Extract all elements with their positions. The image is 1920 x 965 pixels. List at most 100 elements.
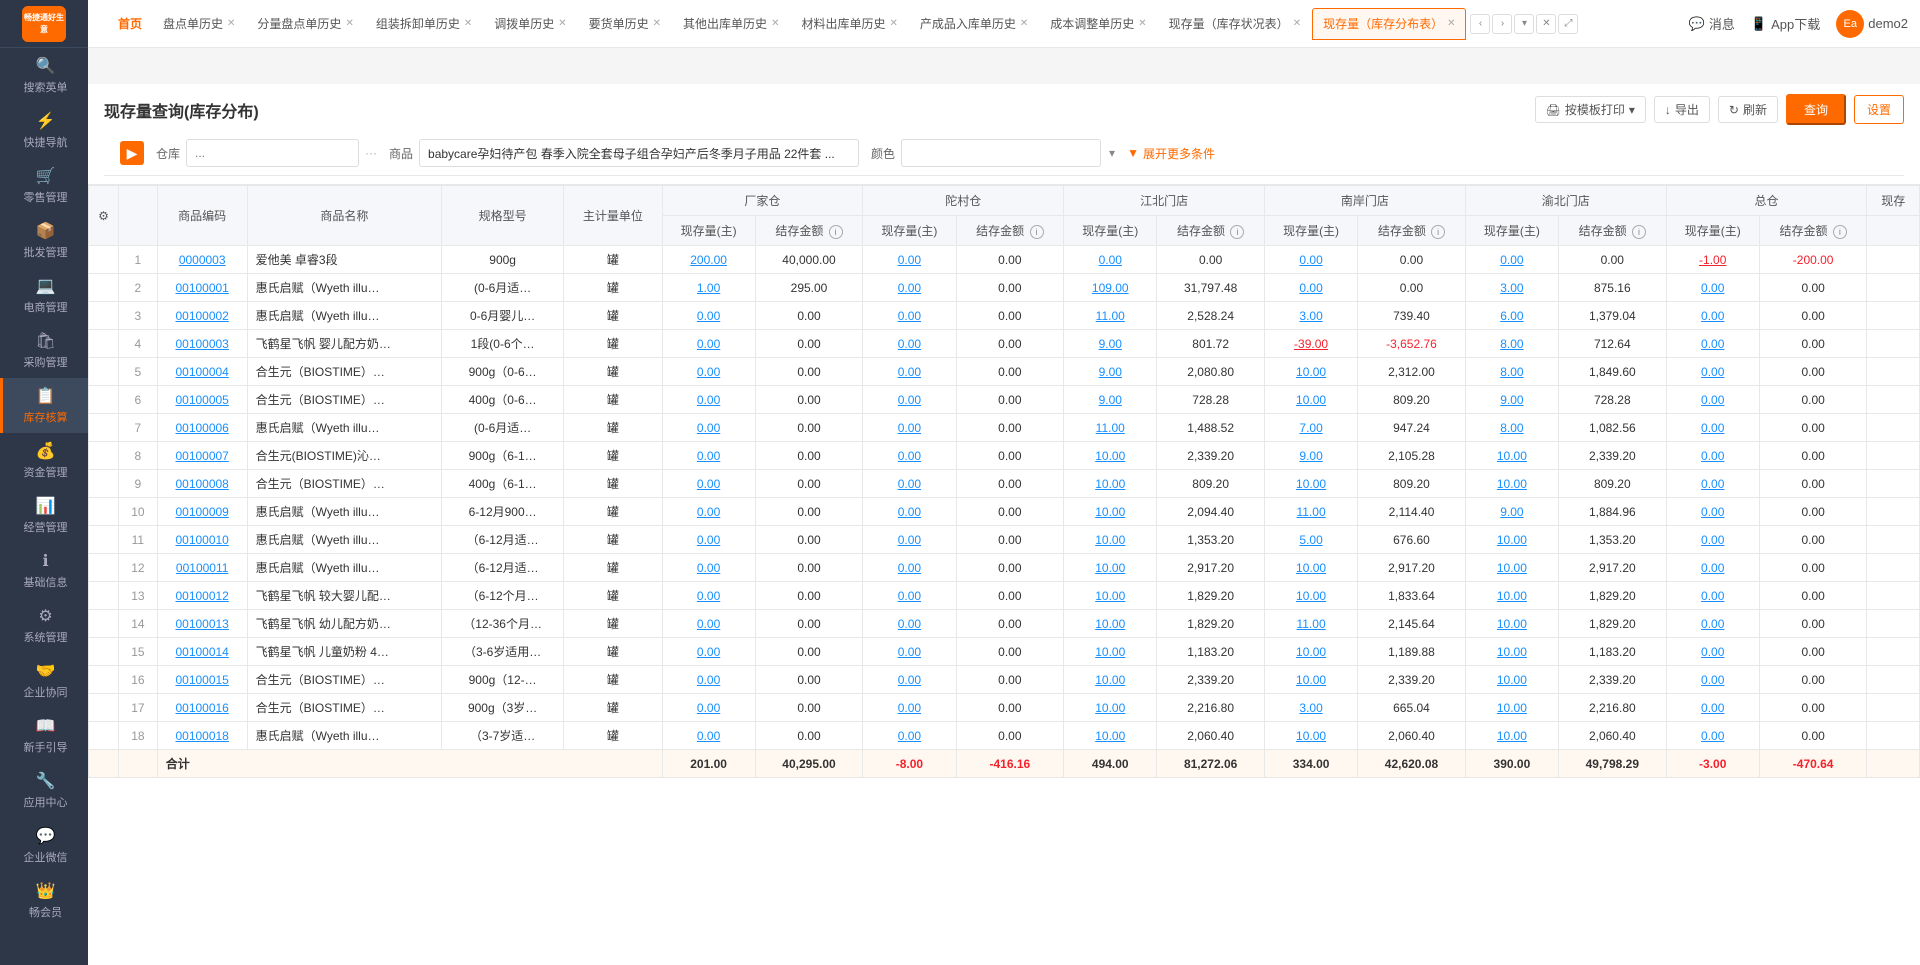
na-qty-cell[interactable]: 3.00 <box>1264 302 1357 330</box>
jb-qty-cell[interactable]: 0.00 <box>1064 246 1157 274</box>
f-amt-info[interactable]: i <box>829 225 843 239</box>
sidebar-item-basic[interactable]: ℹ 基础信息 <box>0 543 88 598</box>
yb-qty-cell[interactable]: 8.00 <box>1465 358 1558 386</box>
goods-code-cell[interactable]: 00100012 <box>157 582 247 610</box>
nav-tab-9[interactable]: 成本调整单历史 ✕ <box>1039 8 1157 40</box>
na-qty-cell[interactable]: 10.00 <box>1264 358 1357 386</box>
sidebar-item-system[interactable]: ⚙ 系统管理 <box>0 598 88 653</box>
nav-close-all[interactable]: ✕ <box>1536 14 1556 34</box>
goods-code-cell[interactable]: 00100006 <box>157 414 247 442</box>
yb-qty-cell[interactable]: 10.00 <box>1465 442 1558 470</box>
t-qty-cell[interactable]: 0.00 <box>1666 470 1759 498</box>
t-qty-cell[interactable]: 0.00 <box>1666 582 1759 610</box>
jb-qty-cell[interactable]: 9.00 <box>1064 330 1157 358</box>
nav-tab-2[interactable]: 分量盘点单历史 ✕ <box>246 8 364 40</box>
nav-tab-10[interactable]: 现存量（库存状况表） ✕ <box>1158 8 1312 40</box>
l-qty-cell[interactable]: 0.00 <box>863 302 956 330</box>
goods-input[interactable] <box>419 139 859 167</box>
na-qty-cell[interactable]: 3.00 <box>1264 694 1357 722</box>
jb-qty-cell[interactable]: 9.00 <box>1064 386 1157 414</box>
yb-qty-cell[interactable]: 9.00 <box>1465 498 1558 526</box>
jb-qty-cell[interactable]: 10.00 <box>1064 694 1157 722</box>
nav-tab-5[interactable]: 要货单历史 ✕ <box>578 8 672 40</box>
goods-code-cell[interactable]: 00100001 <box>157 274 247 302</box>
jb-qty-cell[interactable]: 9.00 <box>1064 358 1157 386</box>
nav-tab-11[interactable]: 现存量（库存分布表） ✕ <box>1312 8 1466 40</box>
t-qty-cell[interactable]: 0.00 <box>1666 666 1759 694</box>
nav-tab-3[interactable]: 组装拆卸单历史 ✕ <box>365 8 483 40</box>
na-qty-cell[interactable]: 10.00 <box>1264 722 1357 750</box>
jb-qty-cell[interactable]: 10.00 <box>1064 638 1157 666</box>
yb-qty-cell[interactable]: 10.00 <box>1465 722 1558 750</box>
l-qty-cell[interactable]: 0.00 <box>863 638 956 666</box>
sidebar-item-finance[interactable]: 💰 资金管理 <box>0 433 88 488</box>
message-item[interactable]: 💬 消息 <box>1689 14 1735 33</box>
yb-qty-cell[interactable]: 10.00 <box>1465 470 1558 498</box>
close-tab-6[interactable]: ✕ <box>771 18 779 29</box>
t-qty-cell[interactable]: 0.00 <box>1666 498 1759 526</box>
na-qty-cell[interactable]: 11.00 <box>1264 498 1357 526</box>
warehouse-dots[interactable]: ··· <box>365 146 377 160</box>
jb-qty-cell[interactable]: 10.00 <box>1064 582 1157 610</box>
t-qty-cell[interactable]: 0.00 <box>1666 358 1759 386</box>
close-tab-4[interactable]: ✕ <box>558 18 566 29</box>
na-qty-cell[interactable]: 0.00 <box>1264 246 1357 274</box>
na-amt-info[interactable]: i <box>1431 225 1445 239</box>
goods-code-cell[interactable]: 0000003 <box>157 246 247 274</box>
f-qty-cell[interactable]: 0.00 <box>662 442 755 470</box>
jb-qty-cell[interactable]: 11.00 <box>1064 414 1157 442</box>
f-qty-cell[interactable]: 0.00 <box>662 638 755 666</box>
sidebar-item-shortcut[interactable]: ⚡ 快捷导航 <box>0 103 88 158</box>
jb-qty-cell[interactable]: 10.00 <box>1064 526 1157 554</box>
na-qty-cell[interactable]: -39.00 <box>1264 330 1357 358</box>
goods-code-cell[interactable]: 00100014 <box>157 638 247 666</box>
yb-qty-cell[interactable]: 10.00 <box>1465 666 1558 694</box>
refresh-button[interactable]: ↻ 刷新 <box>1718 96 1778 123</box>
l-qty-cell[interactable]: 0.00 <box>863 666 956 694</box>
t-qty-cell[interactable]: 0.00 <box>1666 526 1759 554</box>
print-button[interactable]: 🖨 按模板打印 ▾ <box>1535 96 1646 123</box>
setting-button[interactable]: 设置 <box>1854 95 1904 124</box>
yb-qty-cell[interactable]: 8.00 <box>1465 330 1558 358</box>
yb-qty-cell[interactable]: 10.00 <box>1465 694 1558 722</box>
app-download-item[interactable]: 📱 App下载 <box>1751 14 1820 33</box>
l-qty-cell[interactable]: 0.00 <box>863 386 956 414</box>
jb-qty-cell[interactable]: 109.00 <box>1064 274 1157 302</box>
sidebar-item-search[interactable]: 🔍 搜索英单 <box>0 48 88 103</box>
na-qty-cell[interactable]: 10.00 <box>1264 386 1357 414</box>
f-qty-cell[interactable]: 0.00 <box>662 694 755 722</box>
na-qty-cell[interactable]: 10.00 <box>1264 470 1357 498</box>
f-qty-cell[interactable]: 0.00 <box>662 358 755 386</box>
f-qty-cell[interactable]: 0.00 <box>662 666 755 694</box>
t-qty-cell[interactable]: 0.00 <box>1666 414 1759 442</box>
t-qty-cell[interactable]: 0.00 <box>1666 554 1759 582</box>
sidebar-item-collab[interactable]: 🤝 企业协同 <box>0 653 88 708</box>
l-qty-cell[interactable]: 0.00 <box>863 582 956 610</box>
yb-qty-cell[interactable]: 0.00 <box>1465 246 1558 274</box>
yb-amt-info[interactable]: i <box>1632 225 1646 239</box>
f-qty-cell[interactable]: 0.00 <box>662 470 755 498</box>
jb-qty-cell[interactable]: 10.00 <box>1064 498 1157 526</box>
f-qty-cell[interactable]: 0.00 <box>662 386 755 414</box>
na-qty-cell[interactable]: 5.00 <box>1264 526 1357 554</box>
f-qty-cell[interactable]: 0.00 <box>662 302 755 330</box>
t-qty-cell[interactable]: 0.00 <box>1666 386 1759 414</box>
yb-qty-cell[interactable]: 10.00 <box>1465 554 1558 582</box>
close-tab-11[interactable]: ✕ <box>1447 18 1455 29</box>
goods-code-cell[interactable]: 00100011 <box>157 554 247 582</box>
close-tab-10[interactable]: ✕ <box>1293 18 1301 29</box>
yb-qty-cell[interactable]: 10.00 <box>1465 582 1558 610</box>
goods-code-cell[interactable]: 00100016 <box>157 694 247 722</box>
sidebar-item-management[interactable]: 📊 经营管理 <box>0 488 88 543</box>
goods-code-cell[interactable]: 00100007 <box>157 442 247 470</box>
t-qty-cell[interactable]: 0.00 <box>1666 274 1759 302</box>
warehouse-input[interactable] <box>186 139 359 167</box>
nav-tab-1[interactable]: 盘点单历史 ✕ <box>152 8 246 40</box>
nav-tab-6[interactable]: 其他出库单历史 ✕ <box>672 8 790 40</box>
t-qty-cell[interactable]: 0.00 <box>1666 610 1759 638</box>
jb-qty-cell[interactable]: 10.00 <box>1064 470 1157 498</box>
yb-qty-cell[interactable]: 10.00 <box>1465 638 1558 666</box>
close-tab-3[interactable]: ✕ <box>464 18 472 29</box>
close-tab-2[interactable]: ✕ <box>345 18 353 29</box>
sidebar-item-inventory[interactable]: 📋 库存核算 <box>0 378 88 433</box>
